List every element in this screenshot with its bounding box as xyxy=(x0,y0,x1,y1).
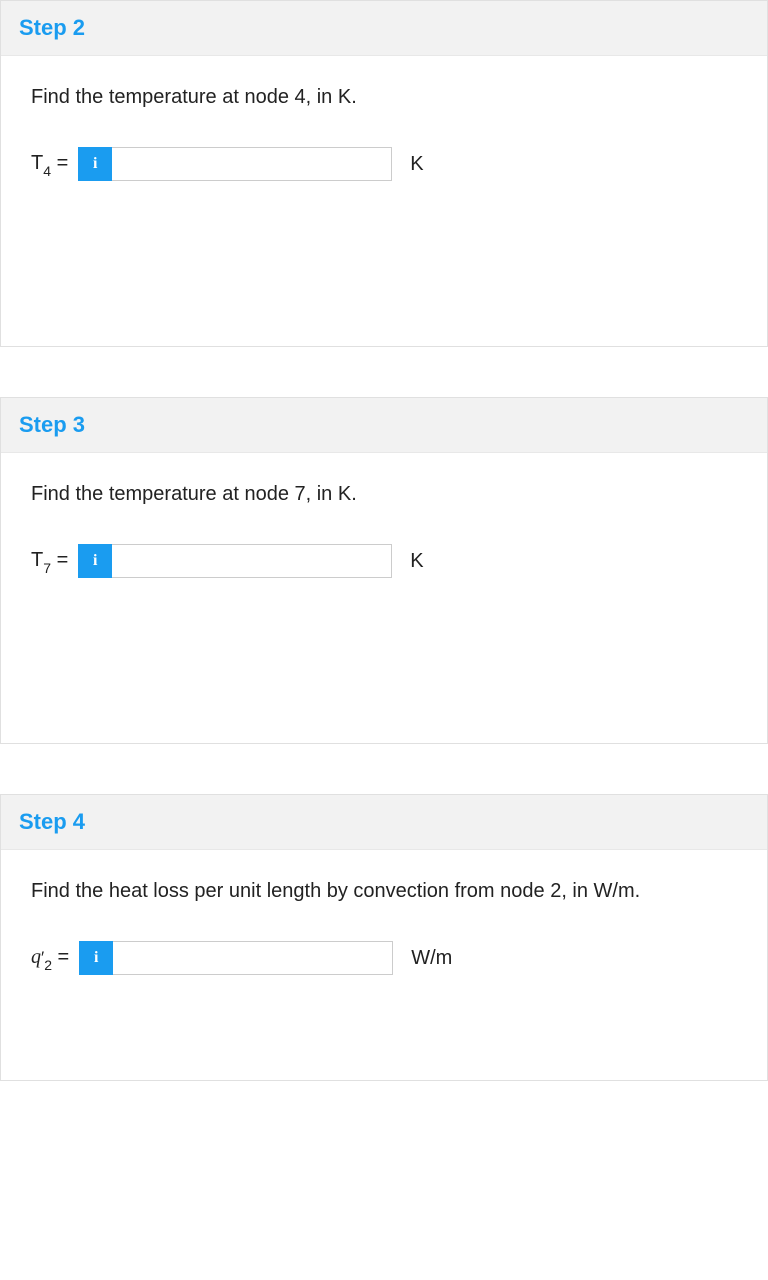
variable-label-t7: T7 = xyxy=(31,549,68,574)
step-block-3: Step 3 Find the temperature at node 7, i… xyxy=(0,397,768,744)
step-header: Step 2 xyxy=(1,1,767,56)
answer-input-t7[interactable] xyxy=(112,544,392,578)
step-prompt: Find the temperature at node 4, in K. xyxy=(31,86,737,109)
step-prompt: Find the temperature at node 7, in K. xyxy=(31,483,737,506)
info-icon[interactable]: i xyxy=(78,544,112,578)
step-block-4: Step 4 Find the heat loss per unit lengt… xyxy=(0,794,768,1081)
unit-label: W/m xyxy=(411,947,452,970)
info-icon[interactable]: i xyxy=(79,941,113,975)
info-icon[interactable]: i xyxy=(78,147,112,181)
answer-input-q2[interactable] xyxy=(113,941,393,975)
step-body: Find the temperature at node 4, in K. T4… xyxy=(1,56,767,346)
step-prompt: Find the heat loss per unit length by co… xyxy=(31,880,737,903)
step-body: Find the temperature at node 7, in K. T7… xyxy=(1,453,767,743)
variable-label-t4: T4 = xyxy=(31,152,68,177)
input-row: T4 = i K xyxy=(31,147,737,181)
variable-label-q2: q′2 = xyxy=(31,946,69,971)
step-header: Step 4 xyxy=(1,795,767,850)
step-header: Step 3 xyxy=(1,398,767,453)
input-row: q′2 = i W/m xyxy=(31,941,737,975)
step-block-2: Step 2 Find the temperature at node 4, i… xyxy=(0,0,768,347)
input-row: T7 = i K xyxy=(31,544,737,578)
unit-label: K xyxy=(410,550,423,573)
unit-label: K xyxy=(410,153,423,176)
answer-input-t4[interactable] xyxy=(112,147,392,181)
step-body: Find the heat loss per unit length by co… xyxy=(1,850,767,1080)
